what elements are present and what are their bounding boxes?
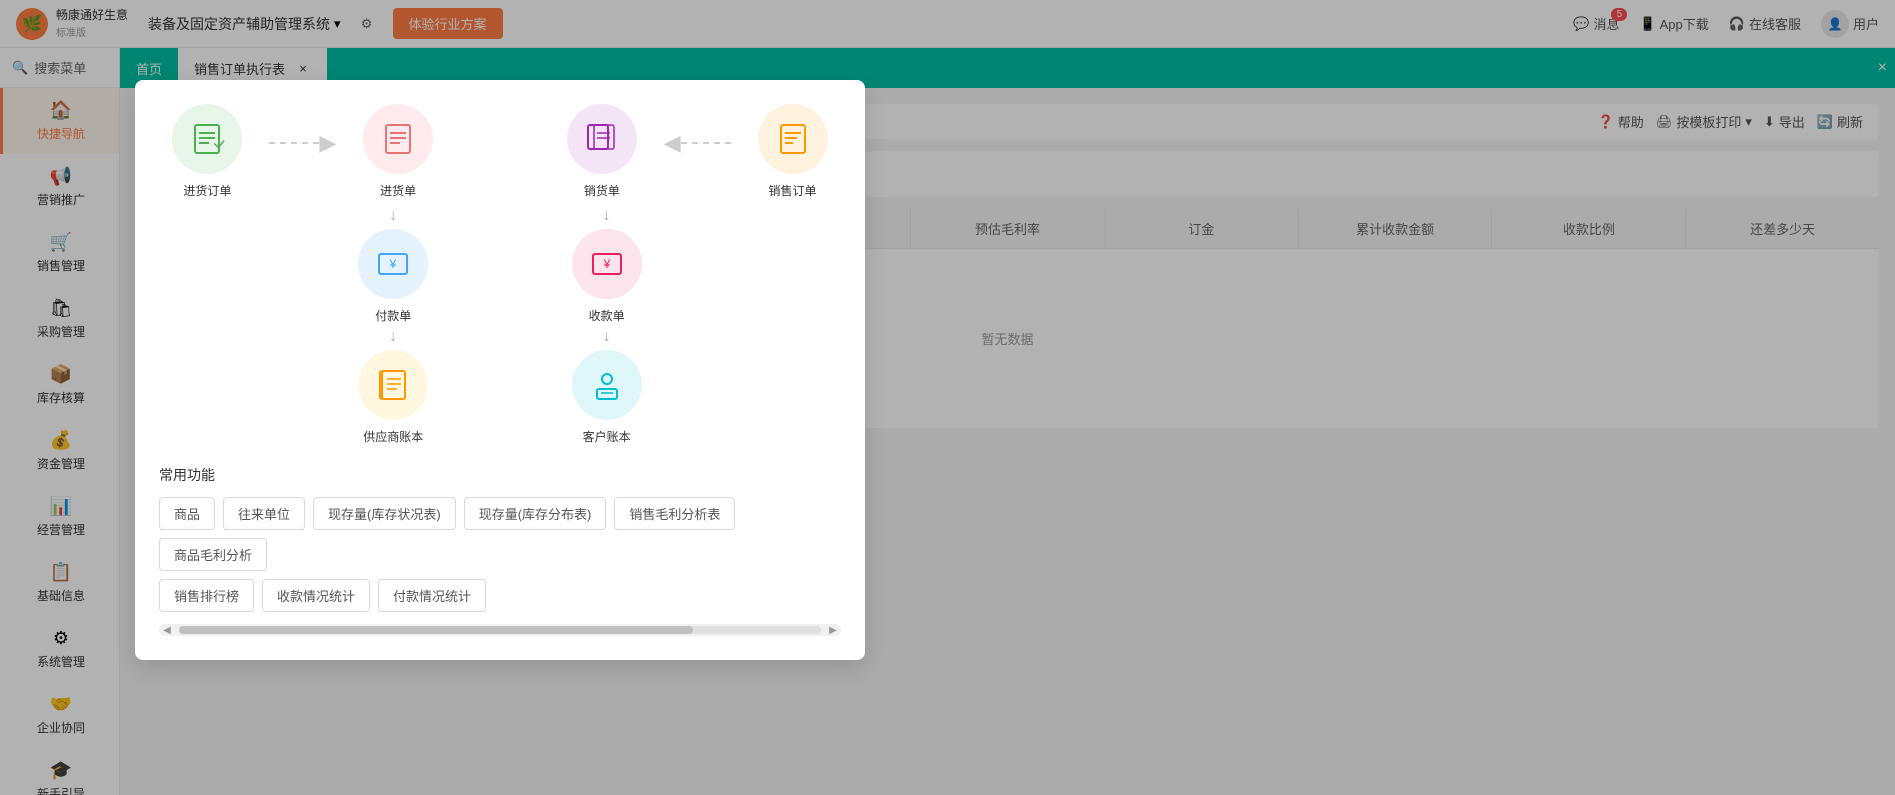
customer-ledger-circle [572, 350, 642, 420]
receipt-slip-circle: ¥ [572, 229, 642, 299]
flow-node-sales-invoice[interactable]: 销货单 [567, 104, 637, 199]
modal-overlay[interactable]: 进货订单 ▶ [0, 0, 1895, 795]
receipt-slip-icon: ¥ [589, 246, 625, 282]
flow-row-3: 供应商账本 客户账本 [159, 350, 841, 445]
supplier-ledger-label: 供应商账本 [363, 428, 423, 445]
payment-slip-icon: ¥ [375, 246, 411, 282]
sales-order-icon [775, 121, 811, 157]
sales-invoice-icon [584, 121, 620, 157]
arrow-purchase-order-to-invoice: ▶ [269, 130, 336, 156]
scroll-right-button[interactable]: ▶ [825, 622, 841, 638]
flow-node-purchase-invoice[interactable]: 进货单 [363, 104, 433, 199]
modal-scrollbar[interactable]: ◀ ▶ [159, 624, 841, 636]
receipt-slip-label: 收款单 [589, 307, 625, 324]
v-arrow-sales-invoice: ↓ [572, 207, 642, 225]
flow-node-payment-slip[interactable]: ¥ 付款单 [358, 229, 428, 324]
flow-node-customer-ledger[interactable]: 客户账本 [572, 350, 642, 445]
scroll-thumb[interactable] [179, 626, 693, 634]
scroll-left-button[interactable]: ◀ [159, 622, 175, 638]
flow-node-sales-order[interactable]: 销售订单 [758, 104, 828, 199]
common-functions-title: 常用功能 [159, 465, 841, 485]
svg-text:¥: ¥ [602, 257, 610, 271]
flow-row-1: 进货订单 ▶ [159, 104, 841, 199]
purchase-invoice-circle [363, 104, 433, 174]
flow-node-supplier-ledger[interactable]: 供应商账本 [358, 350, 428, 445]
func-buttons-row-2: 销售排行榜 收款情况统计 付款情况统计 [159, 579, 841, 612]
payment-slip-label: 付款单 [375, 307, 411, 324]
flow-diagram-container: 进货订单 ▶ [159, 104, 841, 445]
supplier-ledger-circle [358, 350, 428, 420]
svg-text:¥: ¥ [389, 257, 397, 271]
customer-ledger-icon [589, 367, 625, 403]
arrow-sales-order-to-invoice: ◀ [664, 130, 731, 156]
common-functions-section: 常用功能 商品 往来单位 现存量(库存状况表) 现存量(库存分布表) 销售毛利分… [159, 465, 841, 612]
payment-slip-circle: ¥ [358, 229, 428, 299]
sales-invoice-circle [567, 104, 637, 174]
purchase-order-label: 进货订单 [183, 182, 231, 199]
sales-order-label: 销售订单 [769, 182, 817, 199]
flow-arrows-vertical-row1: ↓ ↓ [159, 207, 841, 225]
func-buttons-row-1: 商品 往来单位 现存量(库存状况表) 现存量(库存分布表) 销售毛利分析表 商品… [159, 497, 841, 571]
func-btn-sales-rank[interactable]: 销售排行榜 [159, 579, 254, 612]
app-container: 🌿 畅康通好生意 标准版 装备及固定资产辅助管理系统 ▾ ⚙ 体验行业方案 💬 … [0, 0, 1895, 795]
sales-order-circle [758, 104, 828, 174]
purchase-order-icon [189, 121, 225, 157]
purchase-order-circle [172, 104, 242, 174]
func-btn-receipt-stats[interactable]: 收款情况统计 [262, 579, 370, 612]
flow-arrows-vertical-row2: ↓ ↓ [159, 328, 841, 346]
v-arrow-purchase-invoice: ↓ [358, 207, 428, 225]
flow-node-receipt-slip[interactable]: ¥ 收款单 [572, 229, 642, 324]
v2-arrow-receipt: ↓ [572, 328, 642, 346]
customer-ledger-label: 客户账本 [583, 428, 631, 445]
purchase-invoice-icon [380, 121, 416, 157]
modal-box: 进货订单 ▶ [135, 80, 865, 660]
func-btn-stock-dist[interactable]: 现存量(库存分布表) [464, 497, 607, 530]
scroll-track [179, 626, 821, 634]
func-btn-product-margin[interactable]: 商品毛利分析 [159, 538, 267, 571]
func-btn-unit[interactable]: 往来单位 [223, 497, 305, 530]
func-btn-product[interactable]: 商品 [159, 497, 215, 530]
flow-row-2: ¥ 付款单 ¥ 收款单 [159, 229, 841, 324]
supplier-ledger-icon [375, 367, 411, 403]
func-btn-stock-status[interactable]: 现存量(库存状况表) [313, 497, 456, 530]
func-btn-sales-margin[interactable]: 销售毛利分析表 [614, 497, 735, 530]
func-btn-payment-stats[interactable]: 付款情况统计 [378, 579, 486, 612]
purchase-invoice-label: 进货单 [380, 182, 416, 199]
v2-arrow-payment: ↓ [358, 328, 428, 346]
sales-invoice-label: 销货单 [584, 182, 620, 199]
flow-node-purchase-order[interactable]: 进货订单 [172, 104, 242, 199]
